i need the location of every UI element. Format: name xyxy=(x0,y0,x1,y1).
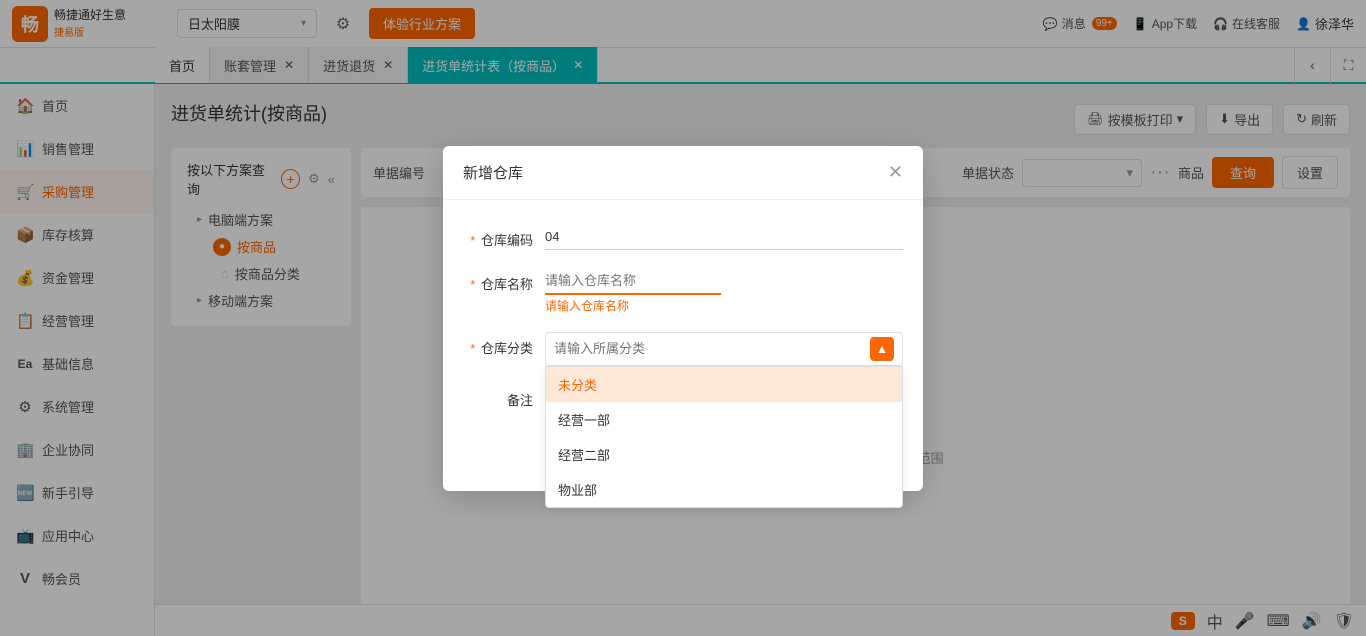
name-input-wrap: 请输入仓库名称 xyxy=(545,268,903,314)
category-input[interactable] xyxy=(554,341,870,356)
dropdown-item-uncat[interactable]: 未分类 xyxy=(546,367,902,402)
name-error-msg: 请输入仓库名称 xyxy=(545,297,903,314)
form-row-category: * 仓库分类 ▲ 未分类 经营一部 经营二部 物业部 xyxy=(463,332,903,366)
category-label: * 仓库分类 xyxy=(463,332,533,357)
category-wrap: ▲ 未分类 经营一部 经营二部 物业部 xyxy=(545,332,903,366)
modal-close-button[interactable]: ✕ xyxy=(888,163,903,181)
note-form-label: 备注 xyxy=(463,384,533,409)
category-toggle-button[interactable]: ▲ xyxy=(870,337,894,361)
form-row-name: * 仓库名称 请输入仓库名称 xyxy=(463,268,903,314)
code-input[interactable] xyxy=(545,224,903,250)
name-label: * 仓库名称 xyxy=(463,268,533,293)
category-input-row: ▲ xyxy=(545,332,903,366)
category-dropdown: 未分类 经营一部 经营二部 物业部 xyxy=(545,366,903,508)
dropdown-item-op3[interactable]: 物业部 xyxy=(546,472,902,507)
modal-overlay: 新增仓库 ✕ * 仓库编码 * 仓库名称 请输入仓库名称 xyxy=(0,0,1366,636)
modal-title: 新增仓库 xyxy=(463,162,523,183)
modal-body: * 仓库编码 * 仓库名称 请输入仓库名称 * xyxy=(443,200,923,438)
name-input[interactable] xyxy=(545,268,721,295)
form-row-code: * 仓库编码 xyxy=(463,224,903,250)
code-label: * 仓库编码 xyxy=(463,224,533,249)
dropdown-item-op1[interactable]: 经营一部 xyxy=(546,402,902,437)
modal-header: 新增仓库 ✕ xyxy=(443,146,923,200)
new-warehouse-modal: 新增仓库 ✕ * 仓库编码 * 仓库名称 请输入仓库名称 xyxy=(443,146,923,491)
dropdown-item-op2[interactable]: 经营二部 xyxy=(546,437,902,472)
